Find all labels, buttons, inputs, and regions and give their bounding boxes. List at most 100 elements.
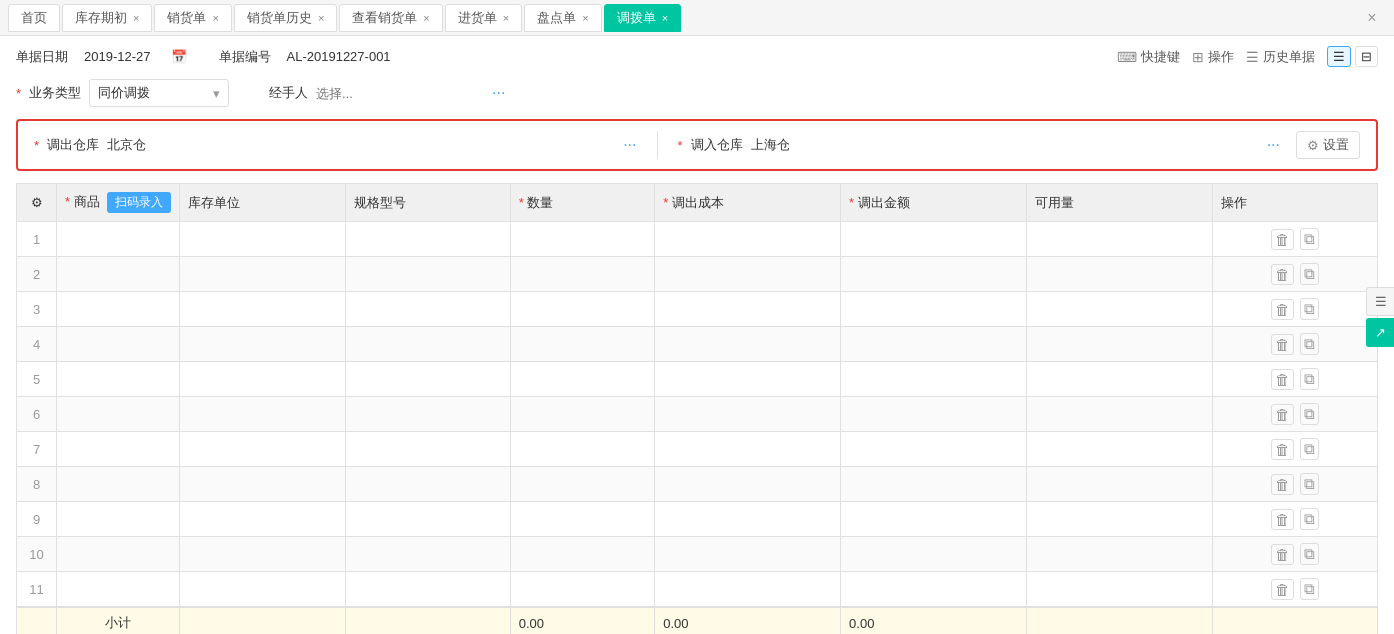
- tab-view-sales-close[interactable]: ×: [423, 12, 429, 24]
- row8-avail[interactable]: [1026, 467, 1212, 502]
- copy-icon-11[interactable]: ⧉: [1300, 578, 1319, 600]
- warehouse-out-more-icon[interactable]: ···: [623, 136, 636, 154]
- delete-icon-1[interactable]: 🗑: [1271, 229, 1294, 250]
- row4-avail[interactable]: [1026, 327, 1212, 362]
- row2-goods[interactable]: [57, 257, 180, 292]
- row10-qty[interactable]: [510, 537, 655, 572]
- row7-spec[interactable]: [345, 432, 510, 467]
- tab-purchase-close[interactable]: ×: [503, 12, 509, 24]
- copy-icon-9[interactable]: ⧉: [1300, 508, 1319, 530]
- row1-amount[interactable]: [841, 222, 1027, 257]
- row1-spec[interactable]: [345, 222, 510, 257]
- row11-avail[interactable]: [1026, 572, 1212, 608]
- row4-unit[interactable]: [180, 327, 345, 362]
- row9-avail[interactable]: [1026, 502, 1212, 537]
- tab-transfer[interactable]: 调拨单 ×: [604, 4, 681, 32]
- row11-goods[interactable]: [57, 572, 180, 608]
- row7-goods[interactable]: [57, 432, 180, 467]
- row11-amount[interactable]: [841, 572, 1027, 608]
- row2-avail[interactable]: [1026, 257, 1212, 292]
- row3-avail[interactable]: [1026, 292, 1212, 327]
- row6-avail[interactable]: [1026, 397, 1212, 432]
- tab-sales-order-close[interactable]: ×: [212, 12, 218, 24]
- tab-transfer-close[interactable]: ×: [662, 12, 668, 24]
- row6-cost[interactable]: [655, 397, 841, 432]
- tab-inventory-init[interactable]: 库存期初 ×: [62, 4, 152, 32]
- row7-avail[interactable]: [1026, 432, 1212, 467]
- delete-icon-3[interactable]: 🗑: [1271, 299, 1294, 320]
- row10-spec[interactable]: [345, 537, 510, 572]
- row8-qty[interactable]: [510, 467, 655, 502]
- row3-spec[interactable]: [345, 292, 510, 327]
- row7-qty[interactable]: [510, 432, 655, 467]
- tab-home[interactable]: 首页: [8, 4, 60, 32]
- copy-icon-4[interactable]: ⧉: [1300, 333, 1319, 355]
- scan-button[interactable]: 扫码录入: [107, 192, 171, 213]
- delete-icon-4[interactable]: 🗑: [1271, 334, 1294, 355]
- row10-cost[interactable]: [655, 537, 841, 572]
- row5-spec[interactable]: [345, 362, 510, 397]
- copy-icon-6[interactable]: ⧉: [1300, 403, 1319, 425]
- tab-inventory-init-close[interactable]: ×: [133, 12, 139, 24]
- row10-unit[interactable]: [180, 537, 345, 572]
- tab-purchase[interactable]: 进货单 ×: [445, 4, 522, 32]
- row8-cost[interactable]: [655, 467, 841, 502]
- operations-button[interactable]: ⊞ 操作: [1192, 48, 1234, 66]
- grid-view-button[interactable]: ⊟: [1355, 46, 1378, 67]
- row6-goods[interactable]: [57, 397, 180, 432]
- row4-amount[interactable]: [841, 327, 1027, 362]
- row7-unit[interactable]: [180, 432, 345, 467]
- calendar-icon[interactable]: 📅: [171, 49, 187, 64]
- delete-icon-8[interactable]: 🗑: [1271, 474, 1294, 495]
- row11-unit[interactable]: [180, 572, 345, 608]
- row2-spec[interactable]: [345, 257, 510, 292]
- row3-amount[interactable]: [841, 292, 1027, 327]
- tab-view-sales[interactable]: 查看销货单 ×: [339, 4, 442, 32]
- row1-cost[interactable]: [655, 222, 841, 257]
- row1-goods[interactable]: [57, 222, 180, 257]
- row2-amount[interactable]: [841, 257, 1027, 292]
- row2-unit[interactable]: [180, 257, 345, 292]
- row11-cost[interactable]: [655, 572, 841, 608]
- row11-qty[interactable]: [510, 572, 655, 608]
- row9-qty[interactable]: [510, 502, 655, 537]
- row5-unit[interactable]: [180, 362, 345, 397]
- row9-cost[interactable]: [655, 502, 841, 537]
- row11-spec[interactable]: [345, 572, 510, 608]
- copy-icon-1[interactable]: ⧉: [1300, 228, 1319, 250]
- settings-button[interactable]: ⚙ 设置: [1296, 131, 1360, 159]
- row2-qty[interactable]: [510, 257, 655, 292]
- row8-spec[interactable]: [345, 467, 510, 502]
- shortcuts-button[interactable]: ⌨ 快捷键: [1117, 48, 1180, 66]
- float-list-button[interactable]: ☰: [1366, 287, 1394, 316]
- row9-goods[interactable]: [57, 502, 180, 537]
- copy-icon-10[interactable]: ⧉: [1300, 543, 1319, 565]
- row10-avail[interactable]: [1026, 537, 1212, 572]
- window-close-button[interactable]: ×: [1358, 4, 1386, 32]
- row8-goods[interactable]: [57, 467, 180, 502]
- copy-icon-7[interactable]: ⧉: [1300, 438, 1319, 460]
- row5-avail[interactable]: [1026, 362, 1212, 397]
- tab-inventory[interactable]: 盘点单 ×: [524, 4, 601, 32]
- tab-sales-history[interactable]: 销货单历史 ×: [234, 4, 337, 32]
- row4-cost[interactable]: [655, 327, 841, 362]
- copy-icon-8[interactable]: ⧉: [1300, 473, 1319, 495]
- table-settings-header[interactable]: ⚙: [17, 184, 57, 222]
- row6-spec[interactable]: [345, 397, 510, 432]
- delete-icon-7[interactable]: 🗑: [1271, 439, 1294, 460]
- delete-icon-11[interactable]: 🗑: [1271, 579, 1294, 600]
- delete-icon-9[interactable]: 🗑: [1271, 509, 1294, 530]
- delete-icon-10[interactable]: 🗑: [1271, 544, 1294, 565]
- row6-unit[interactable]: [180, 397, 345, 432]
- row3-unit[interactable]: [180, 292, 345, 327]
- delete-icon-5[interactable]: 🗑: [1271, 369, 1294, 390]
- row1-avail[interactable]: [1026, 222, 1212, 257]
- tab-sales-history-close[interactable]: ×: [318, 12, 324, 24]
- row5-amount[interactable]: [841, 362, 1027, 397]
- row3-goods[interactable]: [57, 292, 180, 327]
- row4-spec[interactable]: [345, 327, 510, 362]
- tab-sales-order[interactable]: 销货单 ×: [154, 4, 231, 32]
- row4-goods[interactable]: [57, 327, 180, 362]
- row5-goods[interactable]: [57, 362, 180, 397]
- person-input[interactable]: [316, 86, 484, 101]
